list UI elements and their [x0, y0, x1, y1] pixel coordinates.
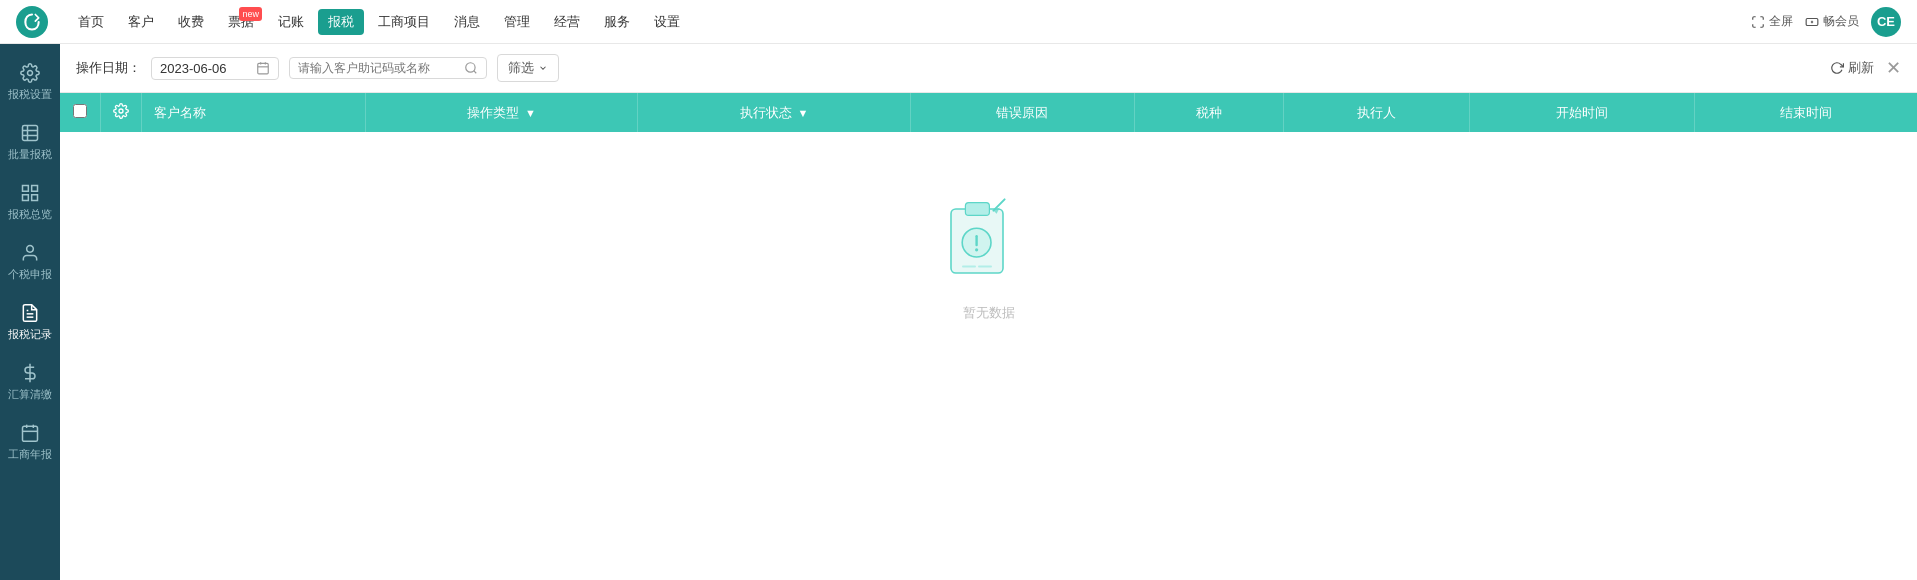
refresh-label: 刷新 [1848, 59, 1874, 77]
search-icon[interactable] [464, 61, 478, 75]
fullscreen-button[interactable]: 全屏 [1751, 13, 1793, 30]
th-executor: 执行人 [1283, 93, 1469, 132]
toolbar-right: 刷新 ✕ [1830, 59, 1901, 77]
member-button[interactable]: 畅会员 [1805, 13, 1859, 30]
sidebar-item-报税总览[interactable]: 报税总览 [0, 172, 60, 232]
svg-point-6 [27, 246, 34, 253]
svg-rect-14 [258, 63, 269, 74]
empty-clipboard-icon [939, 192, 1019, 282]
refresh-icon [1830, 61, 1844, 75]
th-start-time: 开始时间 [1470, 93, 1694, 132]
toolbar: 操作日期： 筛选 [60, 44, 1917, 93]
date-picker[interactable] [151, 57, 279, 80]
sidebar-item-label: 报税设置 [8, 87, 52, 102]
sidebar-item-label: 报税记录 [8, 327, 52, 342]
nav-items: 首页客户收费票据new记账报税工商项目消息管理经营服务设置 [68, 9, 1751, 35]
nav-right: 全屏 畅会员 CE [1751, 7, 1901, 37]
empty-icon-wrap [939, 192, 1039, 292]
settings-icon [19, 62, 41, 84]
th-error-reason: 错误原因 [910, 93, 1134, 132]
chevron-down-icon [538, 63, 548, 73]
date-input[interactable] [160, 61, 250, 76]
overview-icon [19, 182, 41, 204]
svg-point-24 [975, 248, 978, 251]
sidebar-item-报税设置[interactable]: 报税设置 [0, 52, 60, 112]
top-nav: 首页客户收费票据new记账报税工商项目消息管理经营服务设置 全屏 畅会员 CE [0, 0, 1917, 44]
table-wrap: 客户名称 操作类型 ▼ 执行状态 ▼ 错误原因 税种 执行人 开始时间 结束时间 [60, 93, 1917, 580]
nav-item-消息[interactable]: 消息 [444, 9, 490, 35]
empty-text: 暂无数据 [963, 304, 1015, 322]
sort-icon-operation: ▼ [525, 107, 536, 119]
date-label: 操作日期： [76, 59, 141, 77]
svg-rect-2 [23, 126, 38, 141]
nav-item-工商项目[interactable]: 工商项目 [368, 9, 440, 35]
svg-point-18 [466, 63, 475, 72]
sidebar-item-label: 工商年报 [8, 447, 52, 462]
sidebar: 报税设置批量报税报税总览个税申报报税记录汇算清缴工商年报 [0, 44, 60, 580]
nav-item-管理[interactable]: 管理 [494, 9, 540, 35]
record-icon [19, 302, 41, 324]
sidebar-item-报税记录[interactable]: 报税记录 [0, 292, 60, 352]
sidebar-item-label: 汇算清缴 [8, 387, 52, 402]
svg-rect-21 [965, 203, 989, 216]
batch-icon [19, 122, 41, 144]
th-checkbox[interactable] [60, 93, 100, 132]
empty-state: 暂无数据 [60, 132, 1917, 382]
th-customer-name: 客户名称 [141, 93, 365, 132]
refresh-button[interactable]: 刷新 [1830, 59, 1874, 77]
fullscreen-label: 全屏 [1769, 13, 1793, 30]
nav-item-记账[interactable]: 记账 [268, 9, 314, 35]
svg-point-19 [119, 109, 123, 113]
nav-item-首页[interactable]: 首页 [68, 9, 114, 35]
nav-item-收费[interactable]: 收费 [168, 9, 214, 35]
logo[interactable] [16, 6, 48, 38]
filter-label: 筛选 [508, 59, 534, 77]
sidebar-item-工商年报[interactable]: 工商年报 [0, 412, 60, 472]
th-end-time: 结束时间 [1694, 93, 1917, 132]
sidebar-item-label: 批量报税 [8, 147, 52, 162]
nav-item-服务[interactable]: 服务 [594, 9, 640, 35]
search-input[interactable] [298, 61, 458, 75]
svg-point-1 [28, 71, 33, 76]
annual-icon [19, 422, 41, 444]
avatar[interactable]: CE [1871, 7, 1901, 37]
sidebar-item-label: 个税申报 [8, 267, 52, 282]
select-all-checkbox[interactable] [73, 104, 87, 118]
settlement-icon [19, 362, 41, 384]
svg-rect-10 [23, 426, 38, 441]
filter-button[interactable]: 筛选 [497, 54, 559, 82]
search-wrap [289, 57, 487, 79]
nav-item-客户[interactable]: 客户 [118, 9, 164, 35]
personal-icon [19, 242, 41, 264]
data-table: 客户名称 操作类型 ▼ 执行状态 ▼ 错误原因 税种 执行人 开始时间 结束时间 [60, 93, 1917, 382]
th-tax-type: 税种 [1135, 93, 1284, 132]
nav-item-报税[interactable]: 报税 [318, 9, 364, 35]
th-gear[interactable] [100, 93, 141, 132]
nav-item-设置[interactable]: 设置 [644, 9, 690, 35]
empty-state-row: 暂无数据 [60, 132, 1917, 382]
nav-item-经营[interactable]: 经营 [544, 9, 590, 35]
th-exec-status[interactable]: 执行状态 ▼ [638, 93, 910, 132]
calendar-icon [256, 61, 270, 75]
sort-icon-status: ▼ [797, 107, 808, 119]
sidebar-item-汇算清缴[interactable]: 汇算清缴 [0, 352, 60, 412]
sidebar-item-label: 报税总览 [8, 207, 52, 222]
table-header-row: 客户名称 操作类型 ▼ 执行状态 ▼ 错误原因 税种 执行人 开始时间 结束时间 [60, 93, 1917, 132]
th-operation-type[interactable]: 操作类型 ▼ [365, 93, 637, 132]
gear-icon [113, 103, 129, 119]
sidebar-item-个税申报[interactable]: 个税申报 [0, 232, 60, 292]
close-button[interactable]: ✕ [1886, 59, 1901, 77]
main-layout: 报税设置批量报税报税总览个税申报报税记录汇算清缴工商年报 操作日期： [0, 44, 1917, 580]
sidebar-item-批量报税[interactable]: 批量报税 [0, 112, 60, 172]
nav-item-票据[interactable]: 票据new [218, 9, 264, 35]
member-label: 畅会员 [1823, 13, 1859, 30]
content-area: 操作日期： 筛选 [60, 44, 1917, 580]
